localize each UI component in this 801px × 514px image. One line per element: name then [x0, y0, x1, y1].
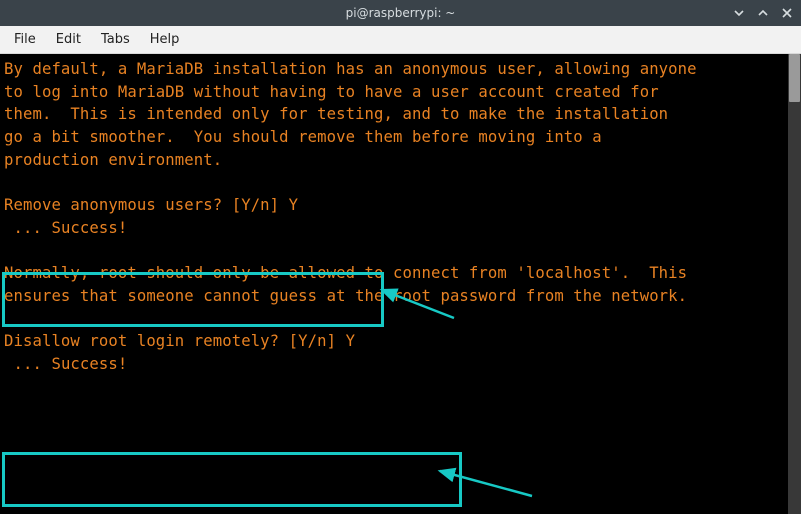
menu-file[interactable]: File — [6, 28, 44, 51]
menu-help[interactable]: Help — [142, 28, 188, 51]
menu-tabs[interactable]: Tabs — [93, 28, 138, 51]
menu-edit[interactable]: Edit — [48, 28, 89, 51]
terminal[interactable]: By default, a MariaDB installation has a… — [0, 54, 801, 514]
maximize-button[interactable] — [755, 5, 771, 21]
minimize-button[interactable] — [731, 5, 747, 21]
window-titlebar: pi@raspberrypi: ~ — [0, 0, 801, 26]
window-controls — [731, 0, 795, 26]
scrollbar-track[interactable] — [788, 54, 801, 514]
close-button[interactable] — [779, 5, 795, 21]
window-title: pi@raspberrypi: ~ — [346, 6, 456, 20]
terminal-output: By default, a MariaDB installation has a… — [0, 54, 801, 376]
scrollbar-thumb[interactable] — [789, 54, 800, 102]
annotation-box-2 — [2, 452, 462, 507]
menubar: File Edit Tabs Help — [0, 26, 801, 54]
